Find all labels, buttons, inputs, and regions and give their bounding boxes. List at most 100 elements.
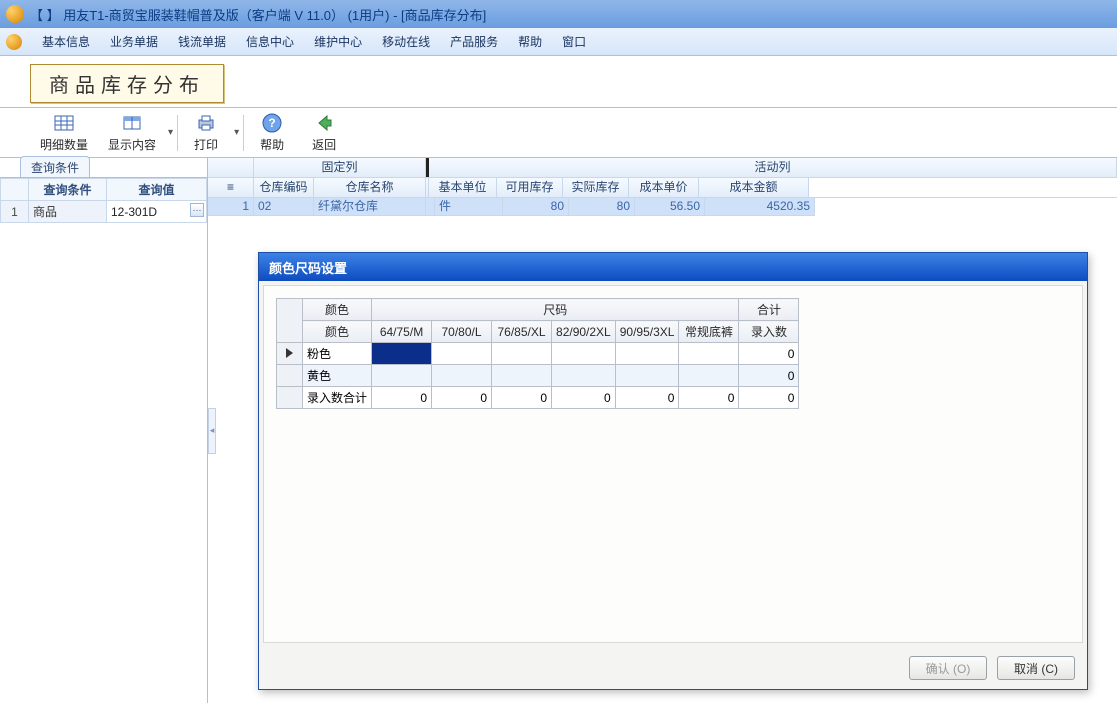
query-row[interactable]: 1 商品 12-301D ⋯	[1, 201, 207, 223]
sum-label: 录入数合计	[303, 387, 372, 409]
menu-basic-info[interactable]: 基本信息	[32, 29, 100, 54]
group-header-size: 尺码	[372, 299, 739, 321]
cell-size-3[interactable]	[552, 343, 616, 365]
menu-money-flow[interactable]: 钱流单据	[168, 29, 236, 54]
col-header-size-0[interactable]: 64/75/M	[372, 321, 432, 343]
group-header-total: 合计	[739, 299, 799, 321]
toolbar-print-button[interactable]: 打印	[182, 110, 230, 155]
ok-button[interactable]: 确认 (O)	[909, 656, 987, 680]
query-value-cell[interactable]: 12-301D ⋯	[107, 201, 207, 223]
sum-size-1: 0	[432, 387, 492, 409]
col-header-color[interactable]: 颜色	[303, 321, 372, 343]
sum-size-5: 0	[679, 387, 739, 409]
separator	[177, 115, 178, 151]
group-fixed-cols: 固定列	[254, 158, 426, 177]
cell-color[interactable]: 黄色	[303, 365, 372, 387]
col-header-cost-price[interactable]: 成本单价	[629, 178, 699, 197]
cell-size-1[interactable]	[432, 343, 492, 365]
cell-size-4[interactable]	[615, 343, 679, 365]
cell-row-total: 0	[739, 365, 799, 387]
data-header-row: ≡ 仓库编码 仓库名称 基本单位 可用库存 实际库存 成本单价 成本金额	[208, 178, 1117, 198]
data-row[interactable]: 1 02 纤黛尔仓库 件 80 80 56.50 4520.35	[208, 198, 1117, 216]
row-pointer-icon	[277, 343, 303, 365]
group-header-color: 颜色	[303, 299, 372, 321]
display-content-dropdown-icon[interactable]: ▾	[166, 127, 175, 138]
cancel-button[interactable]: 取消 (C)	[997, 656, 1075, 680]
col-header-warehouse-code[interactable]: 仓库编码	[254, 178, 314, 197]
grid-sum-row: 录入数合计 0 0 0 0 0 0 0	[277, 387, 799, 409]
cell-actual: 80	[569, 198, 635, 216]
col-header-size-2[interactable]: 76/85/XL	[492, 321, 552, 343]
menu-mobile[interactable]: 移动在线	[372, 29, 440, 54]
col-header-size-4[interactable]: 90/95/3XL	[615, 321, 679, 343]
cell-size-0[interactable]	[372, 365, 432, 387]
cell-unit: 件	[435, 198, 503, 216]
cell-warehouse-code: 02	[254, 198, 314, 216]
cell-available: 80	[503, 198, 569, 216]
toolbar-display-content-button[interactable]: 显示内容	[100, 110, 164, 155]
col-header-value: 查询值	[107, 179, 207, 201]
svg-text:?: ?	[268, 116, 275, 130]
col-header-size-1[interactable]: 70/80/L	[432, 321, 492, 343]
grid-row[interactable]: 粉色 0	[277, 343, 799, 365]
menu-app-icon	[6, 34, 22, 50]
query-conditions-table: 查询条件 查询值 1 商品 12-301D ⋯	[0, 178, 207, 223]
col-header-available[interactable]: 可用库存	[497, 178, 563, 197]
cell-size-5[interactable]	[679, 365, 739, 387]
col-header-warehouse-name[interactable]: 仓库名称	[314, 178, 426, 197]
cell-size-3[interactable]	[552, 365, 616, 387]
col-header-actual[interactable]: 实际库存	[563, 178, 629, 197]
col-header-unit[interactable]: 基本单位	[429, 178, 497, 197]
toolbar-back-button[interactable]: 返回	[300, 110, 348, 155]
menu-product-service[interactable]: 产品服务	[440, 29, 508, 54]
menu-bar: 基本信息 业务单据 钱流单据 信息中心 维护中心 移动在线 产品服务 帮助 窗口	[0, 28, 1117, 56]
back-arrow-icon	[313, 112, 335, 134]
table-icon	[53, 112, 75, 134]
help-icon: ?	[261, 112, 283, 134]
menu-help[interactable]: 帮助	[508, 29, 552, 54]
row-handle	[277, 365, 303, 387]
print-dropdown-icon[interactable]: ▾	[232, 127, 241, 138]
toolbar: 明细数量 显示内容 ▾ 打印 ▾ ? 帮助 返回	[0, 108, 1117, 158]
separator	[243, 115, 244, 151]
toolbar-help-button[interactable]: ? 帮助	[248, 110, 296, 155]
dialog-title-bar[interactable]: 颜色尺码设置	[259, 253, 1087, 281]
grid-row[interactable]: 黄色 0	[277, 365, 799, 387]
sum-size-2: 0	[492, 387, 552, 409]
menu-maintenance[interactable]: 维护中心	[304, 29, 372, 54]
col-header-size-3[interactable]: 82/90/2XL	[552, 321, 616, 343]
app-icon	[6, 5, 24, 23]
cell-color[interactable]: 粉色	[303, 343, 372, 365]
sum-size-3: 0	[552, 387, 616, 409]
grid-icon	[121, 112, 143, 134]
sum-size-4: 0	[615, 387, 679, 409]
color-size-grid[interactable]: 颜色 尺码 合计 颜色 64/75/M 70/80/L 76/85/XL 82/…	[276, 298, 799, 409]
page-title-row: 商品库存分布	[0, 56, 1117, 108]
row-handle-header	[277, 299, 303, 343]
color-size-dialog: 颜色尺码设置 颜色 尺码 合计 颜色 64/75/M 70/80/L 76/85…	[258, 252, 1088, 690]
col-header-condition: 查询条件	[29, 179, 107, 201]
cell-size-0[interactable]	[372, 343, 432, 365]
row-index: 1	[1, 201, 29, 223]
col-header-blank	[1, 179, 29, 201]
cell-size-1[interactable]	[432, 365, 492, 387]
col-header-input-count[interactable]: 录入数	[739, 321, 799, 343]
toolbar-label: 显示内容	[108, 136, 156, 153]
cell-size-2[interactable]	[492, 365, 552, 387]
menu-info-center[interactable]: 信息中心	[236, 29, 304, 54]
row-handle	[277, 387, 303, 409]
query-pane: 查询条件 查询条件 查询值 1 商品 12-301D ⋯	[0, 158, 208, 703]
toolbar-detail-qty-button[interactable]: 明细数量	[32, 110, 96, 155]
cell-size-5[interactable]	[679, 343, 739, 365]
menu-window[interactable]: 窗口	[552, 29, 596, 54]
col-header-cost-amount[interactable]: 成本金额	[699, 178, 809, 197]
column-group-divider	[426, 198, 435, 216]
cell-size-4[interactable]	[615, 365, 679, 387]
col-header-size-5[interactable]: 常规底裤	[679, 321, 739, 343]
cell-cost-price: 56.50	[635, 198, 705, 216]
menu-business-docs[interactable]: 业务单据	[100, 29, 168, 54]
query-value: 12-301D	[111, 205, 157, 219]
cell-size-2[interactable]	[492, 343, 552, 365]
tab-query-conditions[interactable]: 查询条件	[20, 156, 90, 177]
lookup-icon[interactable]: ⋯	[190, 203, 204, 217]
